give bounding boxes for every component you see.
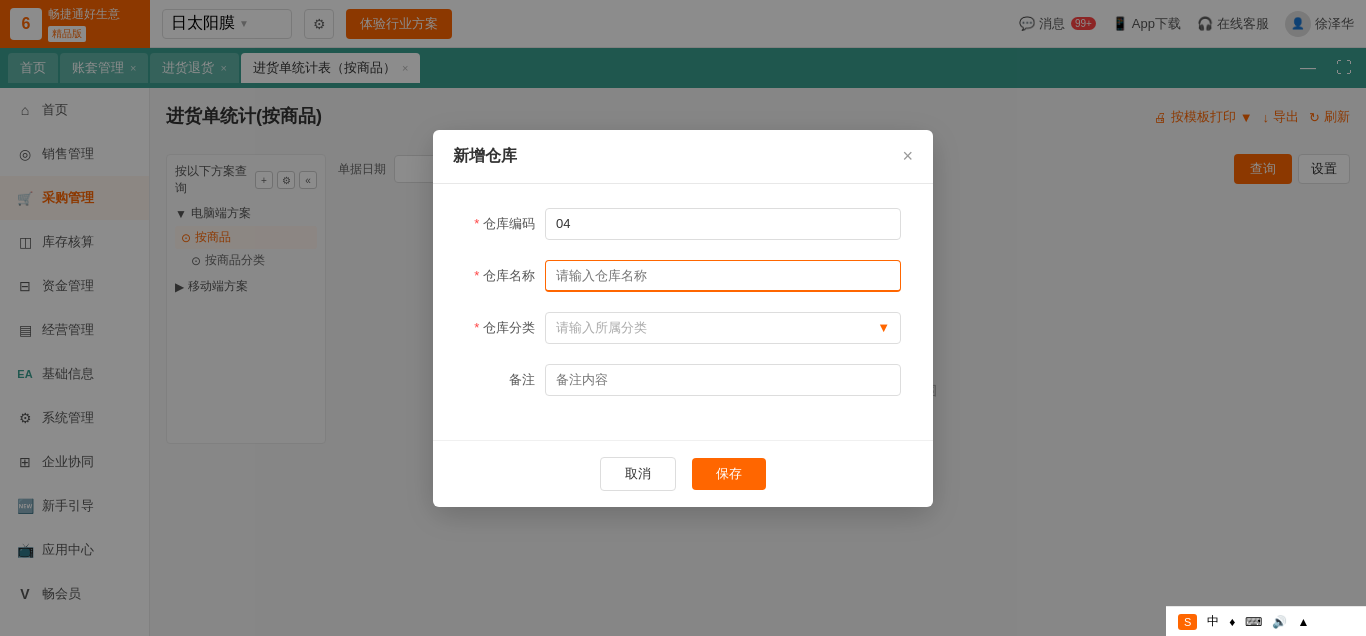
modal-body: * 仓库编码 * 仓库名称 * 仓库分类 请输入所属 (433, 184, 933, 440)
form-row-category: * 仓库分类 请输入所属分类 ▼ (465, 312, 901, 344)
category-dropdown-icon: ▼ (877, 320, 890, 335)
status-chevron: ▲ (1297, 615, 1309, 629)
status-bar: S 中 ♦ ⌨ 🔊 ▲ (1166, 606, 1366, 636)
form-row-name: * 仓库名称 (465, 260, 901, 292)
code-input[interactable] (545, 208, 901, 240)
name-label: * 仓库名称 (465, 267, 545, 285)
ime-indicator: S (1178, 614, 1197, 630)
form-row-note: 备注 (465, 364, 901, 396)
modal-close-button[interactable]: × (902, 147, 913, 165)
modal-header: 新增仓库 × (433, 130, 933, 184)
modal-footer: 取消 保存 (433, 440, 933, 507)
keyboard-icon: ⌨ (1245, 615, 1262, 629)
modal-overlay: 新增仓库 × * 仓库编码 * 仓库名称 (0, 0, 1366, 636)
speaker-icon: 🔊 (1272, 615, 1287, 629)
note-label: 备注 (465, 371, 545, 389)
note-input[interactable] (545, 364, 901, 396)
ime-cn: 中 (1207, 613, 1219, 630)
status-dot: ♦ (1229, 615, 1235, 629)
cancel-button[interactable]: 取消 (600, 457, 676, 491)
save-button[interactable]: 保存 (692, 458, 766, 490)
name-input[interactable] (545, 260, 901, 292)
form-row-code: * 仓库编码 (465, 208, 901, 240)
category-select[interactable]: 请输入所属分类 ▼ (545, 312, 901, 344)
new-warehouse-modal: 新增仓库 × * 仓库编码 * 仓库名称 (433, 130, 933, 507)
code-required-mark: * (474, 216, 479, 231)
category-label: * 仓库分类 (465, 319, 545, 337)
modal-title: 新增仓库 (453, 146, 517, 167)
code-label: * 仓库编码 (465, 215, 545, 233)
name-required-mark: * (474, 268, 479, 283)
category-placeholder: 请输入所属分类 (556, 319, 647, 337)
category-required-mark: * (474, 320, 479, 335)
